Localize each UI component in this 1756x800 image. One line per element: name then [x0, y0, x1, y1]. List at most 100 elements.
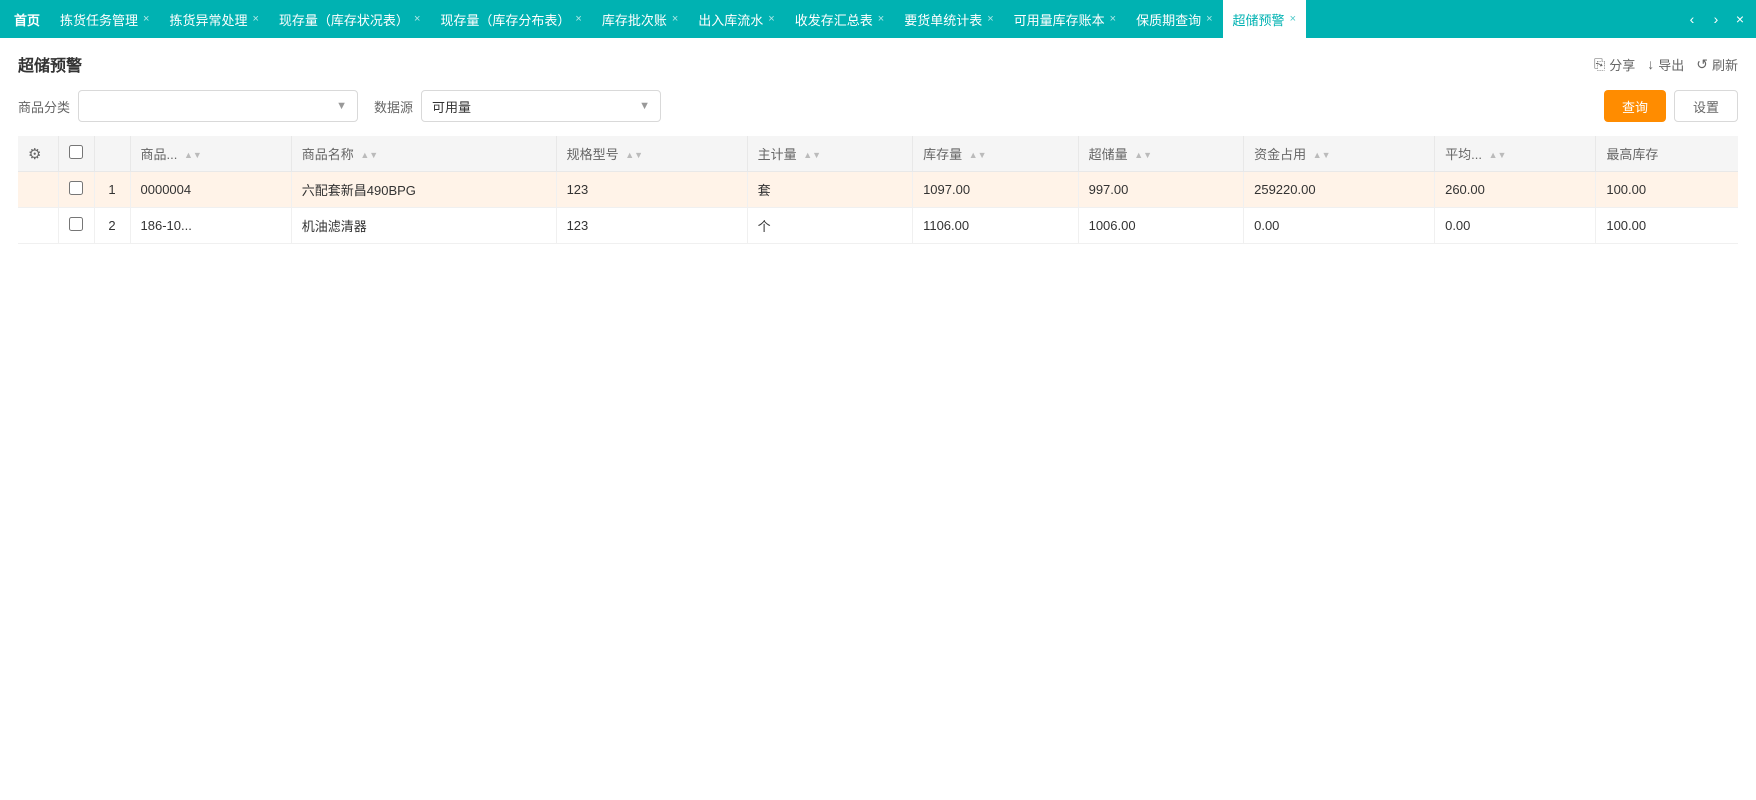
nav-item-close-inventory-dist[interactable]: ×	[575, 13, 581, 25]
stock-sort[interactable]: ▲▼	[969, 151, 987, 160]
row-avg-1: 0.00	[1435, 208, 1596, 244]
table-row: 2 186-10... 机油滤清器 123 个 1106.00 1006.00 …	[18, 208, 1738, 244]
table-header: ⚙ 商品... ▲▼ 商品名称 ▲▼ 规格型号 ▲▼	[18, 136, 1738, 172]
capital-header: 资金占用 ▲▼	[1244, 136, 1435, 172]
gear-header-icon[interactable]: ⚙	[28, 146, 41, 163]
nav-item-label-collect-summary: 收发存汇总表	[795, 10, 873, 29]
nav-item-label-overstock-warning: 超储预警	[1233, 10, 1285, 29]
unit-header: 主计量 ▲▼	[747, 136, 913, 172]
row-stock-1: 1106.00	[913, 208, 1079, 244]
row-avg-0: 260.00	[1435, 172, 1596, 208]
nav-item-inventory-status[interactable]: 现存量（库存状况表） ×	[269, 0, 430, 38]
row-stock-0: 1097.00	[913, 172, 1079, 208]
nav-item-label-home: 首页	[14, 10, 40, 29]
share-button[interactable]: ⎘ 分享	[1594, 55, 1635, 74]
row-checkbox-0[interactable]	[69, 181, 83, 195]
row-unit-0: 套	[747, 172, 913, 208]
nav-item-label-available-account: 可用量库存账本	[1014, 10, 1105, 29]
nav-item-home[interactable]: 首页	[4, 0, 50, 38]
overstock-sort[interactable]: ▲▼	[1134, 151, 1152, 160]
settings-button[interactable]: 设置	[1674, 90, 1738, 122]
avg-header: 平均... ▲▼	[1435, 136, 1596, 172]
row-capital-1: 0.00	[1244, 208, 1435, 244]
category-label: 商品分类	[18, 97, 70, 116]
category-dropdown-arrow: ▼	[336, 100, 347, 112]
nav-item-label-quality-period: 保质期查询	[1136, 10, 1201, 29]
row-num-0: 1	[94, 172, 130, 208]
row-capital-0: 259220.00	[1244, 172, 1435, 208]
nav-item-order-stats[interactable]: 要货单统计表 ×	[894, 0, 1003, 38]
query-button[interactable]: 查询	[1604, 90, 1666, 122]
row-product-code-0: 0000004	[130, 172, 291, 208]
nav-item-quality-period[interactable]: 保质期查询 ×	[1126, 0, 1222, 38]
select-all-checkbox[interactable]	[69, 145, 83, 159]
datasource-dropdown-arrow: ▼	[639, 100, 650, 112]
avg-sort[interactable]: ▲▼	[1489, 151, 1507, 160]
nav-item-label-inout-flow: 出入库流水	[698, 10, 763, 29]
stock-header: 库存量 ▲▼	[913, 136, 1079, 172]
nav-item-close-collect-summary[interactable]: ×	[878, 13, 884, 25]
product-name-sort[interactable]: ▲▼	[360, 151, 378, 160]
row-checkbox-cell-0	[58, 172, 94, 208]
table-body: 1 0000004 六配套新昌490BPG 123 套 1097.00 997.…	[18, 172, 1738, 244]
export-icon: ↓	[1647, 56, 1654, 72]
row-max-stock-1: 100.00	[1596, 208, 1738, 244]
export-button[interactable]: ↓ 导出	[1647, 55, 1684, 74]
nav-close-arrow[interactable]: ×	[1728, 0, 1752, 38]
top-nav: 首页拣货任务管理 ×拣货异常处理 ×现存量（库存状况表） ×现存量（库存分布表）…	[0, 0, 1756, 38]
refresh-icon: ↺	[1696, 56, 1708, 73]
product-code-sort[interactable]: ▲▼	[184, 151, 202, 160]
row-product-name-1: 机油滤清器	[291, 208, 556, 244]
nav-item-collect-summary[interactable]: 收发存汇总表 ×	[785, 0, 894, 38]
datasource-filter-group: 数据源 可用量 ▼	[374, 90, 661, 122]
spec-sort[interactable]: ▲▼	[625, 151, 643, 160]
row-checkbox-1[interactable]	[69, 217, 83, 231]
nav-item-smelting-abnormal[interactable]: 拣货异常处理 ×	[159, 0, 268, 38]
nav-item-close-smelting-task[interactable]: ×	[143, 13, 149, 25]
nav-item-available-account[interactable]: 可用量库存账本 ×	[1004, 0, 1126, 38]
nav-item-batch-account[interactable]: 库存批次账 ×	[592, 0, 688, 38]
nav-item-inout-flow[interactable]: 出入库流水 ×	[688, 0, 784, 38]
nav-item-label-inventory-status: 现存量（库存状况表）	[279, 10, 409, 29]
nav-item-inventory-dist[interactable]: 现存量（库存分布表） ×	[430, 0, 591, 38]
nav-prev-arrow[interactable]: ‹	[1680, 0, 1704, 38]
datasource-label: 数据源	[374, 97, 413, 116]
refresh-button[interactable]: ↺ 刷新	[1696, 55, 1738, 74]
nav-item-close-batch-account[interactable]: ×	[672, 13, 678, 25]
nav-item-close-quality-period[interactable]: ×	[1206, 13, 1212, 25]
nav-item-close-inventory-status[interactable]: ×	[414, 13, 420, 25]
nav-item-close-smelting-abnormal[interactable]: ×	[252, 13, 258, 25]
datasource-select-value: 可用量	[432, 97, 471, 116]
unit-sort[interactable]: ▲▼	[803, 151, 821, 160]
nav-item-close-available-account[interactable]: ×	[1110, 13, 1116, 25]
row-overstock-0: 997.00	[1078, 172, 1244, 208]
nav-item-label-order-stats: 要货单统计表	[904, 10, 982, 29]
capital-sort[interactable]: ▲▼	[1313, 151, 1331, 160]
product-code-header: 商品... ▲▼	[130, 136, 291, 172]
row-gear-0	[18, 172, 58, 208]
nav-item-close-order-stats[interactable]: ×	[987, 13, 993, 25]
filter-actions: 查询 设置	[1604, 90, 1738, 122]
page-title: 超储预警	[18, 52, 82, 76]
spec-header: 规格型号 ▲▼	[556, 136, 747, 172]
category-select[interactable]: ▼	[78, 90, 358, 122]
data-table: ⚙ 商品... ▲▼ 商品名称 ▲▼ 规格型号 ▲▼	[18, 136, 1738, 244]
overstock-header: 超储量 ▲▼	[1078, 136, 1244, 172]
num-header	[94, 136, 130, 172]
checkbox-header	[58, 136, 94, 172]
nav-item-label-smelting-abnormal: 拣货异常处理	[169, 10, 247, 29]
datasource-select[interactable]: 可用量 ▼	[421, 90, 661, 122]
nav-next-arrow[interactable]: ›	[1704, 0, 1728, 38]
category-filter-group: 商品分类 ▼	[18, 90, 358, 122]
share-icon: ⎘	[1594, 56, 1605, 73]
nav-item-smelting-task[interactable]: 拣货任务管理 ×	[50, 0, 159, 38]
row-unit-1: 个	[747, 208, 913, 244]
nav-item-close-inout-flow[interactable]: ×	[768, 13, 774, 25]
page-content: 超储预警 ⎘ 分享 ↓ 导出 ↺ 刷新 商品分类 ▼ 数据源	[0, 38, 1756, 258]
nav-item-overstock-warning[interactable]: 超储预警 ×	[1223, 0, 1306, 38]
table-header-row: ⚙ 商品... ▲▼ 商品名称 ▲▼ 规格型号 ▲▼	[18, 136, 1738, 172]
nav-item-close-overstock-warning[interactable]: ×	[1290, 13, 1296, 25]
nav-item-label-batch-account: 库存批次账	[602, 10, 667, 29]
filter-row: 商品分类 ▼ 数据源 可用量 ▼ 查询 设置	[18, 90, 1738, 122]
row-spec-0: 123	[556, 172, 747, 208]
